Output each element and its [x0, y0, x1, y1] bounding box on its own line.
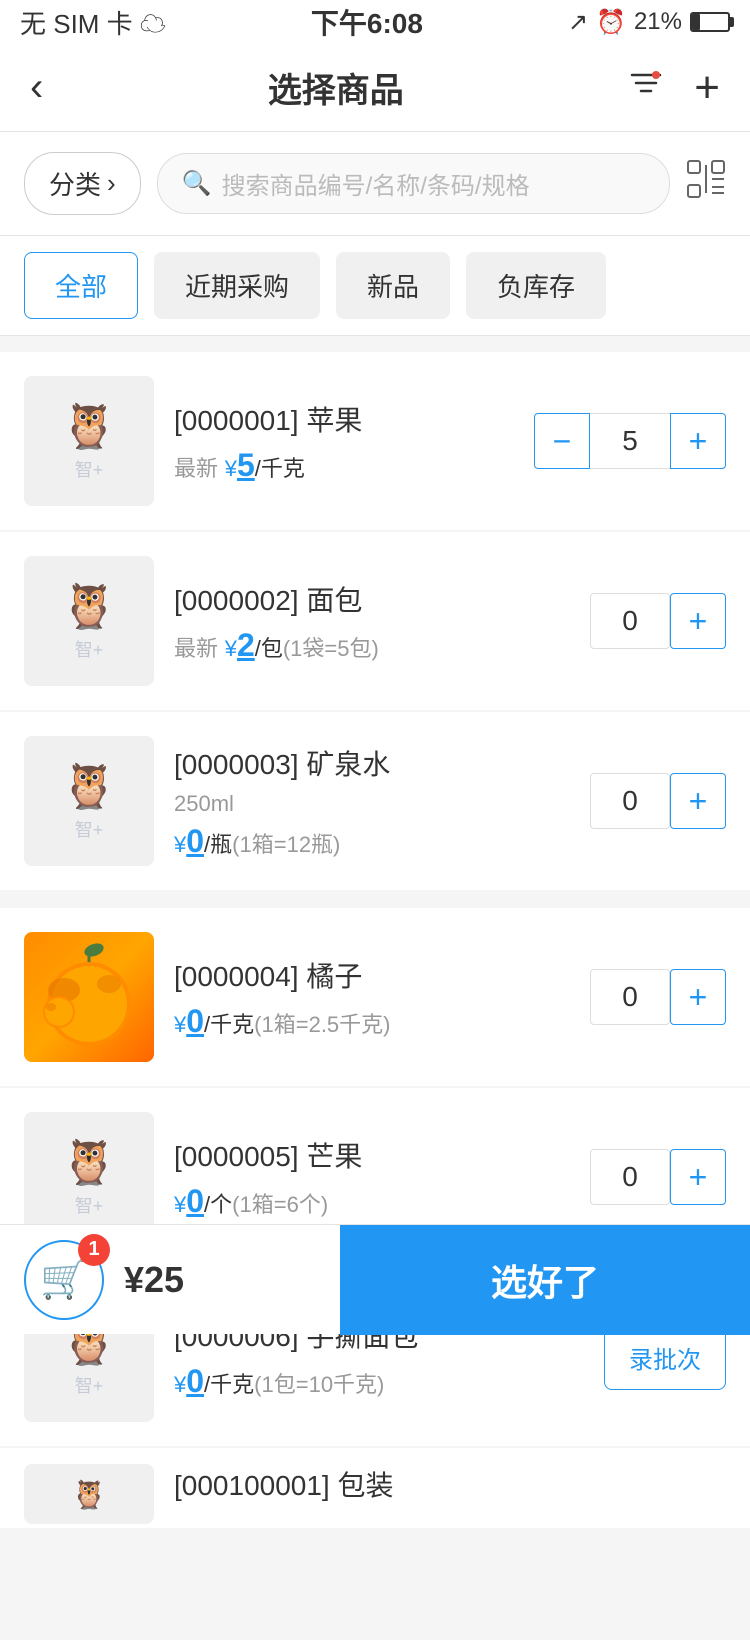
battery-icon [690, 12, 730, 32]
placeholder-owl-icon: 🦉 [62, 580, 117, 632]
placeholder-brand-text: 智+ [75, 636, 104, 662]
cart-badge: 1 [78, 1234, 110, 1266]
quantity-control-p5: + [590, 1149, 726, 1205]
status-bar: 无 SIM 卡 ☁ 下午6:08 ↗ ⏰ 21% [0, 0, 750, 44]
status-left: 无 SIM 卡 ☁ [20, 4, 166, 41]
section-divider [0, 336, 750, 352]
alarm-icon: ⏰ [596, 8, 626, 37]
confirm-button[interactable]: 选好了 [340, 1225, 750, 1335]
tabs-bar: 全部 近期采购 新品 负库存 [0, 236, 750, 336]
product-info-p7: [000100001] 包装 [174, 1464, 726, 1512]
product-info-p5: [0000005] 芒果 ¥0/个(1箱=6个) [174, 1135, 570, 1220]
placeholder-owl-icon: 🦉 [72, 1478, 107, 1511]
tab-negative[interactable]: 负库存 [466, 252, 606, 319]
quantity-input-p4[interactable] [590, 969, 670, 1025]
tab-all[interactable]: 全部 [24, 252, 138, 319]
product-item-p1: 🦉 智+ [0000001] 苹果 最新 ¥5/千克 − + [0, 352, 750, 530]
cart-icon: 🛒 [40, 1258, 87, 1302]
record-batch-button-p6[interactable]: 录批次 [604, 1325, 726, 1390]
product-list: 🦉 智+ [0000001] 苹果 最新 ¥5/千克 − + 🦉 智+ [0, 352, 750, 1528]
nav-bar: ‹ 选择商品 + [0, 44, 750, 132]
product-info-p1: [0000001] 苹果 最新 ¥5/千克 [174, 399, 514, 484]
product-image-p7: 🦉 [24, 1464, 154, 1524]
product-item-p7: 🦉 [000100001] 包装 [0, 1448, 750, 1528]
quantity-plus-p3[interactable]: + [670, 773, 726, 829]
page-title: 选择商品 [268, 63, 404, 112]
product-name-p4: [0000004] 橘子 [174, 955, 570, 995]
sim-status: 无 SIM 卡 ☁ [20, 4, 166, 41]
quantity-input-p1[interactable] [590, 413, 670, 469]
placeholder-owl-icon: 🦉 [62, 400, 117, 452]
bottom-bar: 🛒 1 ¥25 选好了 [0, 1224, 750, 1334]
back-button[interactable]: ‹ [30, 65, 43, 110]
quantity-control-p2: + [590, 593, 726, 649]
quantity-plus-p2[interactable]: + [670, 593, 726, 649]
status-right: ↗ ⏰ 21% [568, 8, 730, 37]
nav-right-actions: + [628, 63, 720, 113]
product-info-p4: [0000004] 橘子 ¥0/千克(1箱=2.5千克) [174, 955, 570, 1040]
placeholder-brand-text: 智+ [75, 456, 104, 482]
product-price-p4: ¥0/千克(1箱=2.5千克) [174, 1003, 570, 1040]
search-icon: 🔍 [182, 169, 212, 198]
product-price-p2: 最新 ¥2/包(1袋=5包) [174, 627, 570, 664]
quantity-plus-p4[interactable]: + [670, 969, 726, 1025]
search-box[interactable]: 🔍 搜索商品编号/名称/条码/规格 [157, 153, 670, 214]
product-image-p4 [24, 932, 154, 1062]
category-button[interactable]: 分类 › [24, 152, 141, 215]
placeholder-brand-text: 智+ [75, 1372, 104, 1398]
product-image-p3: 🦉 智+ [24, 736, 154, 866]
product-item-p3: 🦉 智+ [0000003] 矿泉水 250ml ¥0/瓶(1箱=12瓶) + [0, 712, 750, 890]
product-image-p5: 🦉 智+ [24, 1112, 154, 1242]
product-name-p1: [0000001] 苹果 [174, 399, 514, 439]
quantity-control-p6: 录批次 [604, 1325, 726, 1390]
placeholder-owl-icon: 🦉 [62, 760, 117, 812]
product-info-p3: [0000003] 矿泉水 250ml ¥0/瓶(1箱=12瓶) [174, 743, 570, 860]
filter-icon[interactable] [628, 65, 664, 111]
quantity-plus-p1[interactable]: + [670, 413, 726, 469]
product-price-p3: ¥0/瓶(1箱=12瓶) [174, 823, 570, 860]
product-price-p1: 最新 ¥5/千克 [174, 447, 514, 484]
product-info-p2: [0000002] 面包 最新 ¥2/包(1袋=5包) [174, 579, 570, 664]
quantity-control-p4: + [590, 969, 726, 1025]
cart-icon-button[interactable]: 🛒 1 [24, 1240, 104, 1320]
quantity-input-p5[interactable] [590, 1149, 670, 1205]
section-divider-2 [0, 892, 750, 908]
tab-new[interactable]: 新品 [336, 252, 450, 319]
product-name-p5: [0000005] 芒果 [174, 1135, 570, 1175]
cart-section: 🛒 1 ¥25 [0, 1240, 340, 1320]
category-arrow-icon: › [107, 168, 116, 199]
location-icon: ↗ [568, 8, 588, 37]
product-price-p5: ¥0/个(1箱=6个) [174, 1183, 570, 1220]
product-name-p7: [000100001] 包装 [174, 1464, 726, 1504]
quantity-control-p1: − + [534, 413, 726, 469]
product-spec-p3: 250ml [174, 791, 570, 817]
quantity-minus-p1[interactable]: − [534, 413, 590, 469]
product-price-p6: ¥0/千克(1包=10千克) [174, 1363, 584, 1400]
battery-percent: 21% [634, 8, 682, 36]
tab-recent[interactable]: 近期采购 [154, 252, 320, 319]
placeholder-owl-icon: 🦉 [62, 1136, 117, 1188]
product-item-p2: 🦉 智+ [0000002] 面包 最新 ¥2/包(1袋=5包) + [0, 532, 750, 710]
product-image-p2: 🦉 智+ [24, 556, 154, 686]
add-icon[interactable]: + [694, 63, 720, 113]
placeholder-brand-text: 智+ [75, 1192, 104, 1218]
product-image-p1: 🦉 智+ [24, 376, 154, 506]
product-name-p2: [0000002] 面包 [174, 579, 570, 619]
cart-total-price: ¥25 [124, 1259, 184, 1301]
placeholder-brand-text: 智+ [75, 816, 104, 842]
product-name-p3: [0000003] 矿泉水 [174, 743, 570, 783]
product-item-p4: [0000004] 橘子 ¥0/千克(1箱=2.5千克) + [0, 908, 750, 1086]
scan-icon[interactable] [686, 159, 726, 208]
quantity-plus-p5[interactable]: + [670, 1149, 726, 1205]
quantity-input-p3[interactable] [590, 773, 670, 829]
status-time: 下午6:08 [311, 2, 423, 42]
filter-bar: 分类 › 🔍 搜索商品编号/名称/条码/规格 [0, 132, 750, 236]
quantity-input-p2[interactable] [590, 593, 670, 649]
category-label: 分类 [49, 165, 101, 202]
quantity-control-p3: + [590, 773, 726, 829]
search-placeholder: 搜索商品编号/名称/条码/规格 [222, 166, 530, 201]
bottom-spacer [0, 1530, 750, 1640]
orange-image-svg [24, 932, 154, 1062]
